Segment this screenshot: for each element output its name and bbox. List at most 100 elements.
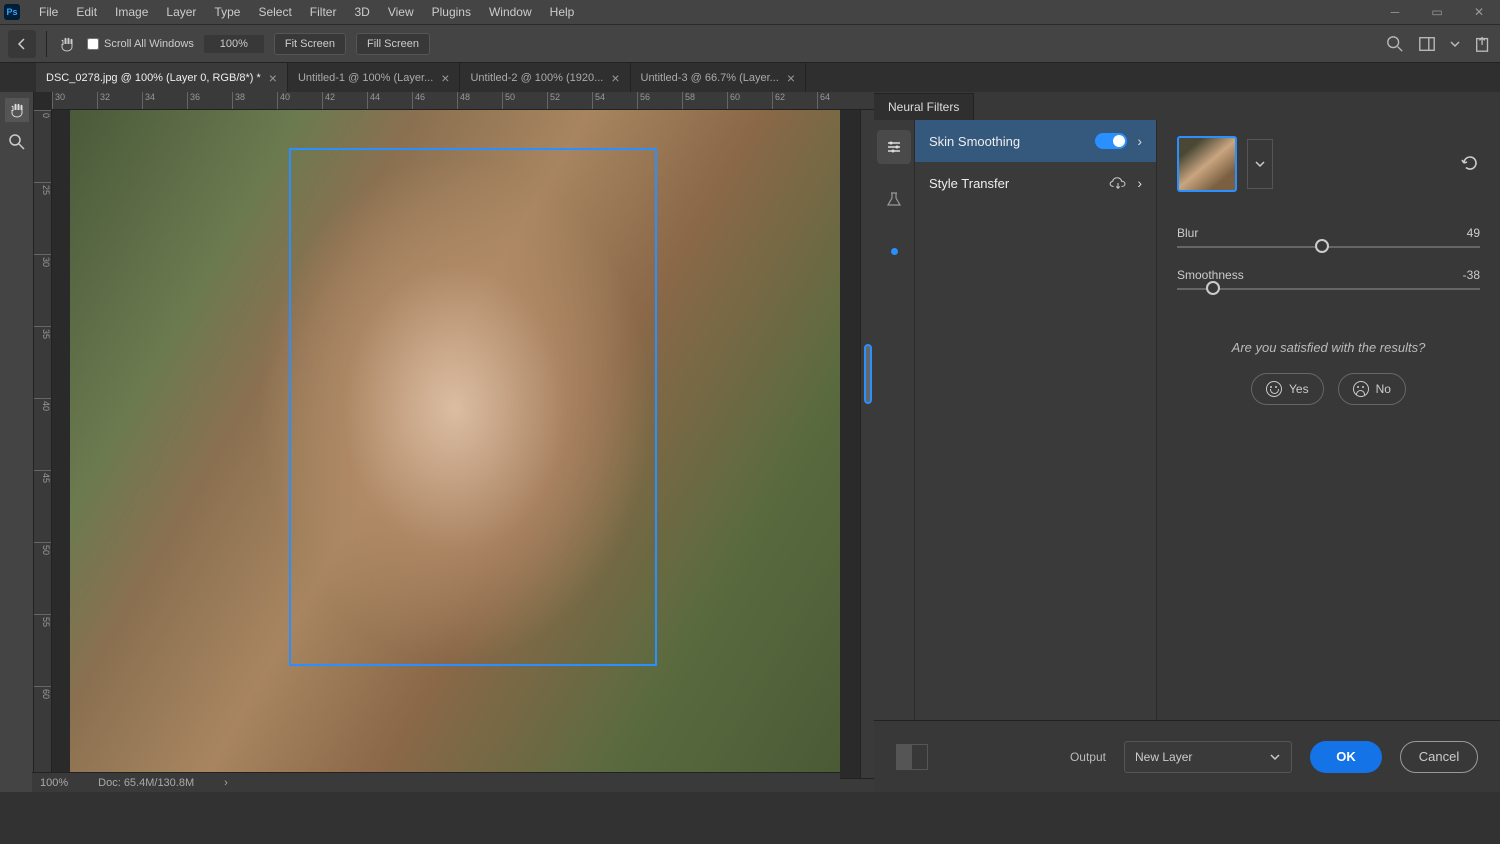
document-tab[interactable]: Untitled-3 @ 66.7% (Layer... × <box>631 63 807 92</box>
fill-screen-button[interactable]: Fill Screen <box>356 33 430 55</box>
status-zoom[interactable]: 100% <box>40 777 68 789</box>
scroll-all-checkbox[interactable]: Scroll All Windows <box>87 38 194 50</box>
menu-image[interactable]: Image <box>106 0 157 24</box>
menu-help[interactable]: Help <box>541 0 584 24</box>
close-tab-icon[interactable]: × <box>787 70 795 86</box>
sliders-icon <box>885 138 903 156</box>
close-tab-icon[interactable]: × <box>611 70 619 86</box>
workspace-icon[interactable] <box>1418 35 1436 53</box>
download-icon[interactable] <box>1109 176 1127 190</box>
vertical-scrollbar[interactable] <box>860 110 874 778</box>
face-thumbnail[interactable] <box>1177 136 1237 192</box>
dot-icon <box>891 248 898 255</box>
zoom-tool[interactable] <box>5 130 29 154</box>
close-button[interactable]: ✕ <box>1458 0 1500 24</box>
filter-detail-pane: Blur 49 Smoothness -38 A <box>1156 120 1500 720</box>
status-bar: 100% Doc: 65.4M/130.8M › <box>32 772 840 792</box>
filters-category[interactable] <box>877 130 911 164</box>
maximize-button[interactable]: ▭ <box>1416 0 1458 24</box>
tab-title: Untitled-3 @ 66.7% (Layer... <box>641 72 779 84</box>
slider-handle[interactable] <box>1206 281 1220 295</box>
filter-style-transfer[interactable]: Style Transfer › <box>915 162 1156 204</box>
share-icon[interactable] <box>1474 35 1492 53</box>
feedback-question: Are you satisfied with the results? <box>1177 340 1480 355</box>
feedback-no-button[interactable]: No <box>1338 373 1406 405</box>
close-tab-icon[interactable]: × <box>269 70 277 86</box>
minimize-button[interactable]: ─ <box>1374 0 1416 24</box>
neural-filters-panel: Neural Filters Skin Smoothing › <box>874 92 1500 792</box>
document-tab[interactable]: Untitled-2 @ 100% (1920... × <box>460 63 630 92</box>
slider-handle[interactable] <box>1315 239 1329 253</box>
filter-list: Skin Smoothing › Style Transfer › <box>914 120 1156 720</box>
face-selector <box>1177 136 1480 192</box>
slider-track[interactable] <box>1177 246 1480 248</box>
menu-3d[interactable]: 3D <box>345 0 378 24</box>
reset-icon <box>1460 153 1480 173</box>
menu-plugins[interactable]: Plugins <box>423 0 480 24</box>
feedback-yes-button[interactable]: Yes <box>1251 373 1324 405</box>
cancel-button[interactable]: Cancel <box>1400 741 1478 773</box>
filter-label: Skin Smoothing <box>929 134 1085 149</box>
document-tab-bar: DSC_0278.jpg @ 100% (Layer 0, RGB/8*) * … <box>0 62 1500 92</box>
search-icon[interactable] <box>1386 35 1404 53</box>
ruler-horizontal: 303234363840424446485052545658606264 <box>52 92 874 110</box>
panel-tab-bar: Neural Filters <box>874 92 1500 120</box>
document-canvas[interactable] <box>70 110 840 775</box>
face-detection-box <box>289 148 657 666</box>
menu-edit[interactable]: Edit <box>67 0 106 24</box>
filter-skin-smoothing[interactable]: Skin Smoothing › <box>915 120 1156 162</box>
preview-toggle[interactable] <box>896 744 928 770</box>
canvas-area: 303234363840424446485052545658606264 025… <box>34 92 874 792</box>
slider-track[interactable] <box>1177 288 1480 290</box>
zoom-field[interactable]: 100% <box>204 35 264 53</box>
option-bar: Scroll All Windows 100% Fit Screen Fill … <box>0 24 1500 62</box>
fit-screen-button[interactable]: Fit Screen <box>274 33 346 55</box>
chevron-down-icon[interactable] <box>1450 39 1460 49</box>
output-label: Output <box>1070 750 1106 764</box>
face-dropdown[interactable] <box>1247 139 1273 189</box>
scroll-all-label: Scroll All Windows <box>104 38 194 50</box>
back-button[interactable] <box>8 30 36 58</box>
status-doc-size[interactable]: Doc: 65.4M/130.8M <box>98 777 194 789</box>
menu-window[interactable]: Window <box>480 0 541 24</box>
close-tab-icon[interactable]: × <box>441 70 449 86</box>
output-dropdown[interactable]: New Layer <box>1124 741 1292 773</box>
slider-label: Smoothness <box>1177 268 1244 282</box>
waitlist-category[interactable] <box>877 234 911 268</box>
document-tab[interactable]: Untitled-1 @ 100% (Layer... × <box>288 63 460 92</box>
optionbar-right <box>1386 35 1492 53</box>
hand-tool[interactable] <box>5 98 29 122</box>
document-tab[interactable]: DSC_0278.jpg @ 100% (Layer 0, RGB/8*) * … <box>36 63 288 92</box>
slider-value: -38 <box>1463 268 1480 282</box>
menu-filter[interactable]: Filter <box>301 0 346 24</box>
feedback-buttons: Yes No <box>1177 373 1480 405</box>
smoothness-slider[interactable]: Smoothness -38 <box>1177 268 1480 290</box>
panel-category-icons <box>874 120 914 720</box>
smile-icon <box>1266 381 1282 397</box>
status-arrow[interactable]: › <box>224 777 228 789</box>
reset-button[interactable] <box>1460 153 1480 176</box>
ruler-vertical: 02530354045505560 <box>34 110 52 792</box>
chevron-right-icon: › <box>1137 133 1142 149</box>
flask-icon <box>886 191 902 207</box>
tab-title: DSC_0278.jpg @ 100% (Layer 0, RGB/8*) * <box>46 72 261 84</box>
menu-file[interactable]: File <box>30 0 67 24</box>
chevron-left-icon <box>15 37 29 51</box>
app-logo: Ps <box>4 4 20 20</box>
sad-icon <box>1353 381 1369 397</box>
chevron-down-icon <box>1269 751 1281 763</box>
ok-button[interactable]: OK <box>1310 741 1382 773</box>
slider-label: Blur <box>1177 226 1198 240</box>
menu-select[interactable]: Select <box>249 0 300 24</box>
menu-layer[interactable]: Layer <box>157 0 205 24</box>
menu-bar: Ps File Edit Image Layer Type Select Fil… <box>0 0 1500 24</box>
chevron-right-icon: › <box>1137 175 1142 191</box>
tool-strip <box>0 92 34 792</box>
menu-type[interactable]: Type <box>205 0 249 24</box>
beta-category[interactable] <box>877 182 911 216</box>
output-value: New Layer <box>1135 750 1192 764</box>
blur-slider[interactable]: Blur 49 <box>1177 226 1480 248</box>
window-controls: ─ ▭ ✕ <box>1374 0 1500 24</box>
toggle-switch[interactable] <box>1095 133 1127 149</box>
menu-view[interactable]: View <box>379 0 423 24</box>
